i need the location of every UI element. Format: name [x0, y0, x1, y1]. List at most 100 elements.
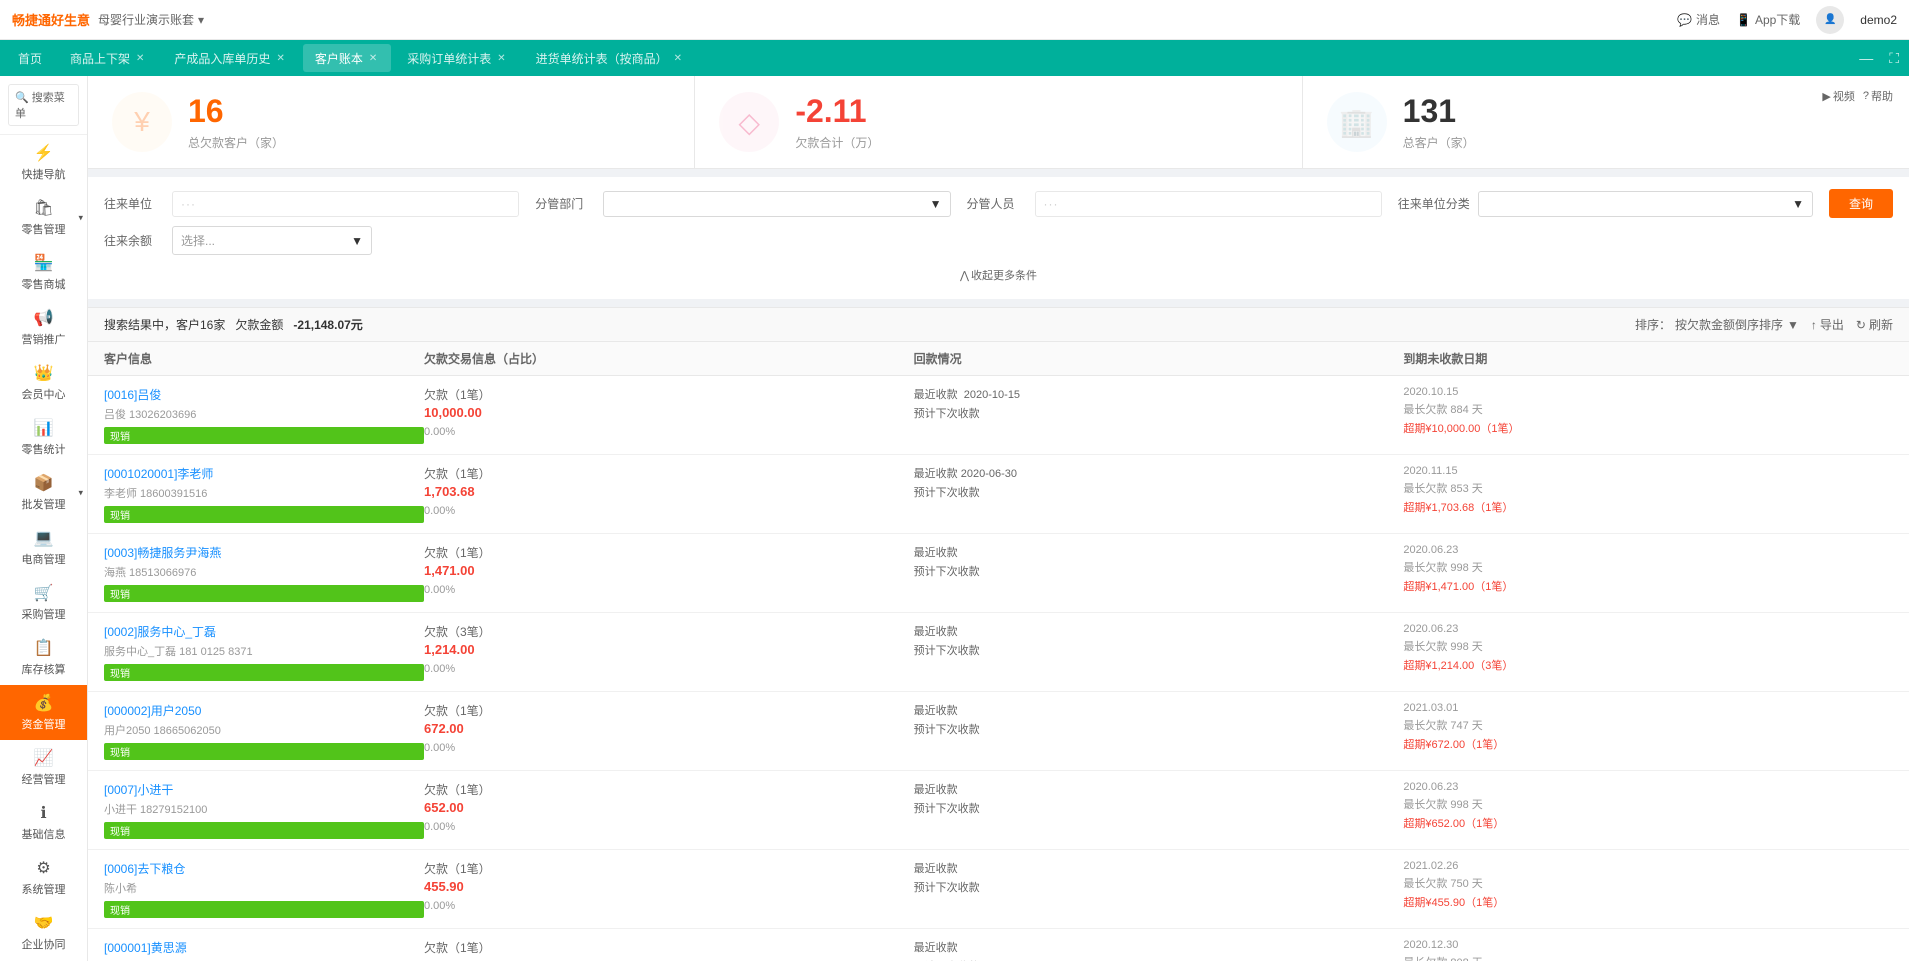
overdue-info-5: 2021.03.01 最长欠款 747 天 超期¥672.00（1笔）: [1403, 702, 1893, 752]
sidebar-item-retail-mgmt[interactable]: 🛍 零售管理: [0, 190, 87, 245]
ecommerce-icon: 💻: [34, 528, 54, 548]
customer-name-6[interactable]: [0007]小进干: [104, 783, 173, 797]
stat-icon-overdue: ¥: [112, 92, 172, 152]
stat-icon-total: 🏢: [1327, 92, 1387, 152]
company-selector[interactable]: 母婴行业演示账套 ▾: [98, 11, 204, 28]
tab-customer-account[interactable]: 客户账本 ✕: [303, 44, 391, 72]
customer-name-8[interactable]: [000001]黄思源: [104, 941, 187, 955]
tab-product-off-label: 商品上下架: [70, 50, 130, 67]
finance-icon: 💰: [34, 693, 54, 713]
customer-name-1[interactable]: [0016]吕俊: [104, 386, 424, 403]
filter-section: 往来单位 ··· 分管部门 ▼ 分管人员 ···: [88, 177, 1909, 299]
results-actions: 排序： 按欠款金额倒序排序 ▼ ↑ 导出 ↻ 刷新: [1635, 316, 1893, 333]
sidebar-item-basic-info[interactable]: ℹ 基础信息: [0, 795, 87, 850]
tab-product-off[interactable]: 商品上下架 ✕: [58, 44, 158, 72]
dept-select[interactable]: ▼: [603, 191, 950, 217]
customer-info-1: [0016]吕俊 吕俊 13026203696 现销: [104, 386, 424, 444]
refresh-button[interactable]: ↻ 刷新: [1856, 316, 1893, 333]
help-btn[interactable]: ? 帮助: [1863, 88, 1893, 104]
sidebar-item-batch-mgmt[interactable]: 📦 批发管理: [0, 465, 87, 520]
debt-info-7: 欠款（1笔） 455.90 0.00%: [424, 860, 914, 912]
username: demo2: [1860, 13, 1897, 27]
customer-name-7[interactable]: [0006]去下粮仓: [104, 862, 185, 876]
sidebar-item-enterprise[interactable]: 🤝 企业协同: [0, 905, 87, 960]
stat-icon-amount: ◇: [719, 92, 779, 152]
sidebar-item-retail-stats[interactable]: 📊 零售统计: [0, 410, 87, 465]
sidebar-search-area: 🔍 搜索菜单: [0, 76, 87, 135]
sidebar-search-btn[interactable]: 🔍 搜索菜单: [8, 84, 79, 126]
sidebar-item-member[interactable]: 👑 会员中心: [0, 355, 87, 410]
header-customer-info: 客户信息: [104, 350, 424, 367]
tab-minimize-btn[interactable]: —: [1853, 48, 1879, 68]
stat-number-overdue: 16: [188, 93, 670, 130]
tab-purchase-order-close[interactable]: ✕: [495, 53, 507, 64]
collapse-button[interactable]: ⋀ 收起更多条件: [960, 267, 1037, 283]
stat-info-total: 131 总客户（家）: [1403, 93, 1885, 151]
filter-row-2: 往来余额 选择... ▼: [104, 226, 1893, 255]
results-sort[interactable]: 排序： 按欠款金额倒序排序 ▼: [1635, 316, 1799, 333]
sidebar-item-quick-nav[interactable]: ⚡ 快捷导航: [0, 135, 87, 190]
refresh-label: 刷新: [1869, 316, 1893, 333]
unit-category-select[interactable]: ▼: [1478, 191, 1813, 217]
overdue-days-1: 最长欠款 884 天: [1403, 401, 1893, 417]
tab-inbound-stats[interactable]: 进货单统计表（按商品） ✕: [524, 44, 696, 72]
tab-inbound-stats-close[interactable]: ✕: [672, 53, 684, 64]
person-dots: ···: [1044, 197, 1059, 211]
balance-select[interactable]: 选择... ▼: [172, 226, 372, 255]
table-row: [0007]小进干 小进干 18279152100 现销 欠款（1笔） 652.…: [88, 771, 1909, 850]
customer-name-2[interactable]: [0001020001]李老师: [104, 467, 213, 481]
ops-mgmt-icon: 📈: [34, 748, 54, 768]
query-button[interactable]: 查询: [1829, 189, 1893, 218]
sidebar-item-marketing[interactable]: 📢 营销推广: [0, 300, 87, 355]
source-unit-input[interactable]: ···: [172, 191, 519, 217]
avatar[interactable]: 👤: [1816, 6, 1844, 34]
sidebar-item-ecommerce[interactable]: 💻 电商管理: [0, 520, 87, 575]
table-row: [000002]用户2050 用户2050 18665062050 现销 欠款（…: [88, 692, 1909, 771]
sidebar-item-finance[interactable]: 💰 资金管理: [0, 685, 87, 740]
tab-production-history-label: 产成品入库单历史: [174, 50, 270, 67]
debt-info-4: 欠款（3笔） 1,214.00 0.00%: [424, 623, 914, 675]
debt-info-6: 欠款（1笔） 652.00 0.00%: [424, 781, 914, 833]
overdue-date-1: 2020.10.15: [1403, 386, 1893, 398]
sidebar-item-retail-store[interactable]: 🏪 零售商城: [0, 245, 87, 300]
table-header: 客户信息 欠款交易信息（占比） 回款情况 到期未收款日期: [88, 342, 1909, 376]
overdue-amount-1[interactable]: 超期¥10,000.00（1笔）: [1403, 420, 1893, 436]
sidebar-item-sys-mgmt[interactable]: ⚙ 系统管理: [0, 850, 87, 905]
dept-label: 分管部门: [535, 195, 595, 212]
customer-info-6: [0007]小进干 小进干 18279152100 现销: [104, 781, 424, 839]
tab-customer-account-label: 客户账本: [315, 50, 363, 67]
avatar-img: 👤: [1824, 14, 1836, 25]
customer-tag-1: 现销: [104, 427, 424, 444]
tab-purchase-order[interactable]: 采购订单统计表 ✕: [395, 44, 519, 72]
filter-row-1: 往来单位 ··· 分管部门 ▼ 分管人员 ···: [104, 189, 1893, 218]
ecommerce-label: 电商管理: [22, 551, 66, 567]
tab-maximize-btn[interactable]: ⛶: [1883, 48, 1905, 69]
collapse-row: ⋀ 收起更多条件: [104, 263, 1893, 287]
collapse-icon: ⋀: [960, 269, 969, 282]
person-input[interactable]: ···: [1035, 191, 1382, 217]
tab-home[interactable]: 首页: [6, 44, 54, 72]
customer-name-4[interactable]: [0002]服务中心_丁磊: [104, 625, 216, 639]
person-label: 分管人员: [967, 195, 1027, 212]
stat-card-total-customers: 🏢 131 总客户（家） ▶ 视频 ? 帮助: [1303, 76, 1909, 168]
sidebar-item-ops-mgmt[interactable]: 📈 经营管理: [0, 740, 87, 795]
sidebar-item-inventory[interactable]: 📋 库存核算: [0, 630, 87, 685]
top-bar-left: 畅捷通好生意 母婴行业演示账套 ▾: [12, 10, 204, 29]
customer-name-5[interactable]: [000002]用户2050: [104, 704, 201, 718]
customer-name-3[interactable]: [0003]畅捷服务尹海燕: [104, 546, 221, 560]
results-sort-label: 排序：: [1635, 316, 1671, 333]
sidebar-item-purchase-mgmt[interactable]: 🛒 采购管理: [0, 575, 87, 630]
overdue-info-3: 2020.06.23 最长欠款 998 天 超期¥1,471.00（1笔）: [1403, 544, 1893, 594]
tab-production-history[interactable]: 产成品入库单历史 ✕: [162, 44, 298, 72]
video-btn[interactable]: ▶ 视频: [1822, 88, 1854, 104]
debt-info-1: 欠款（1笔） 10,000.00 0.00%: [424, 386, 914, 438]
export-button[interactable]: ↑ 导出: [1811, 316, 1844, 333]
overdue-info-6: 2020.06.23 最长欠款 998 天 超期¥652.00（1笔）: [1403, 781, 1893, 831]
tab-customer-account-close[interactable]: ✕: [367, 53, 379, 64]
customer-phone-1: 吕俊 13026203696: [104, 406, 424, 422]
sidebar-search-label: 搜索菜单: [15, 92, 65, 120]
tab-production-history-close[interactable]: ✕: [274, 53, 286, 64]
app-download-btn[interactable]: 📱 App下载: [1736, 11, 1800, 28]
tab-product-off-close[interactable]: ✕: [134, 53, 146, 64]
message-btn[interactable]: 💬 消息: [1677, 11, 1720, 28]
